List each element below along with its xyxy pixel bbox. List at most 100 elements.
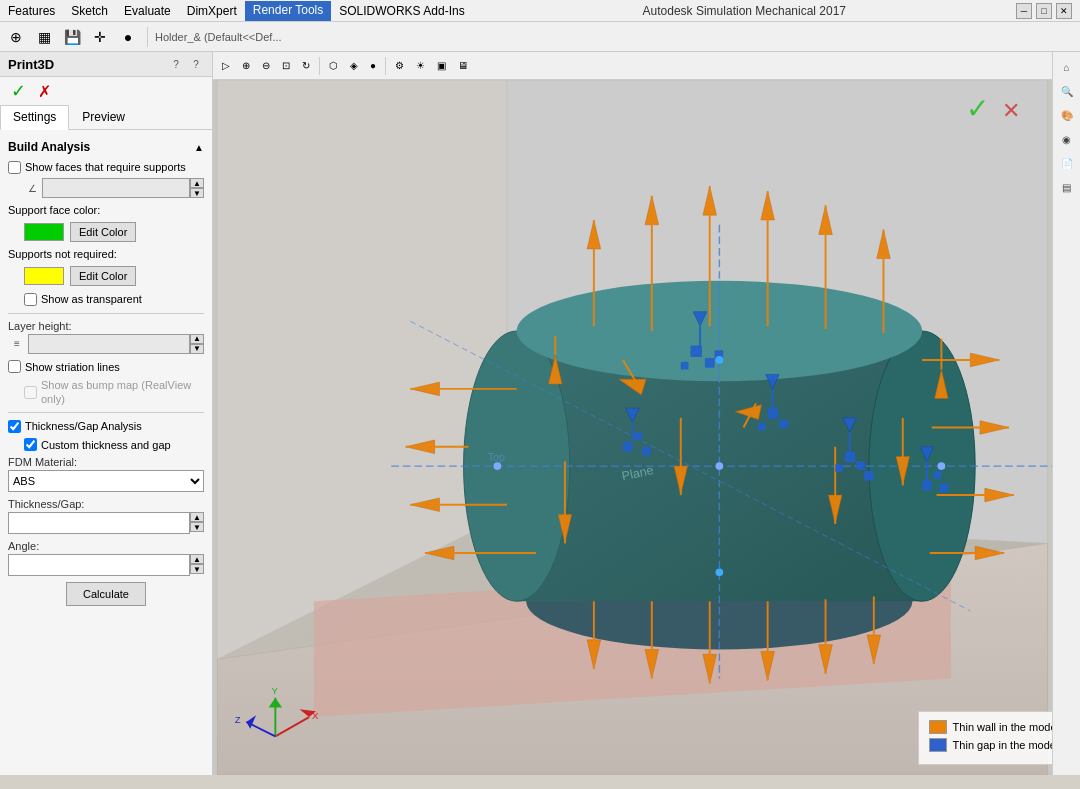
- toolbar-sep-1: [147, 27, 148, 47]
- vp-btn-fit[interactable]: ⊡: [277, 55, 295, 77]
- thickness-gap-spin-up[interactable]: ▲: [190, 512, 204, 522]
- divider-2: [8, 412, 204, 413]
- custom-thickness-label[interactable]: Custom thickness and gap: [41, 438, 171, 452]
- toolbar-btn-2[interactable]: ▦: [32, 25, 56, 49]
- svg-rect-76: [623, 442, 633, 452]
- section-collapse-icon[interactable]: ▲: [194, 142, 204, 153]
- thickness-gap-value-input[interactable]: 2.500mm: [8, 512, 190, 534]
- vp-btn-rotate[interactable]: ↻: [297, 55, 315, 77]
- vp-btn-zoom-out[interactable]: ⊖: [257, 55, 275, 77]
- vp-btn-zoom-in[interactable]: ⊕: [237, 55, 255, 77]
- legend-item-orange: Thin wall in the model: [929, 720, 1059, 734]
- show-transparent-label[interactable]: Show as transparent: [41, 292, 142, 306]
- angle-spin-up[interactable]: ▲: [190, 178, 204, 188]
- minimize-btn[interactable]: ─: [1016, 3, 1032, 19]
- rt-home-btn[interactable]: ⌂: [1056, 56, 1078, 78]
- thickness-gap-spin-down[interactable]: ▼: [190, 522, 204, 532]
- fdm-material-select[interactable]: ABS PLA Nylon PETG: [8, 470, 204, 492]
- main-layout: Print3D ? ? ✓ ✗ Settings Preview Build A…: [0, 52, 1080, 775]
- check-overlay: ✓ ✕: [966, 92, 1020, 125]
- show-bump-checkbox[interactable]: [24, 386, 37, 399]
- angle-label: Angle:: [8, 540, 204, 552]
- angle-input-group: 45.00deg ▲ ▼: [42, 178, 204, 198]
- vp-btn-3d[interactable]: ⬡: [324, 55, 343, 77]
- angle-value-spin-up[interactable]: ▲: [190, 554, 204, 564]
- help-icon[interactable]: ?: [168, 56, 184, 72]
- show-faces-label[interactable]: Show faces that require supports: [25, 160, 186, 174]
- layer-height-spin-down[interactable]: ▼: [190, 344, 204, 354]
- rt-circle-btn[interactable]: ◉: [1056, 128, 1078, 150]
- show-striation-checkbox[interactable]: [8, 360, 21, 373]
- thickness-gap-checkbox[interactable]: [8, 420, 21, 433]
- custom-thickness-row: Custom thickness and gap: [8, 438, 204, 452]
- info-icon[interactable]: ?: [188, 56, 204, 72]
- app-title: Autodesk Simulation Mechanical 2017: [473, 4, 1016, 18]
- menu-evaluate[interactable]: Evaluate: [116, 2, 179, 20]
- svg-point-99: [716, 356, 724, 364]
- angle-value-spin-down[interactable]: ▼: [190, 564, 204, 574]
- toolbar-btn-4[interactable]: ✛: [88, 25, 112, 49]
- menu-sketch[interactable]: Sketch: [63, 2, 116, 20]
- main-toolbar: ⊕ ▦ 💾 ✛ ● Holder_& (Default<<Def...: [0, 22, 1080, 52]
- confirm-ok-btn[interactable]: ✓: [8, 81, 28, 101]
- panel-header: Print3D ? ?: [0, 52, 212, 77]
- vp-btn-view[interactable]: ◈: [345, 55, 363, 77]
- svg-rect-74: [779, 420, 788, 429]
- angle-input[interactable]: 45.00deg: [42, 178, 190, 198]
- vp-btn-lighting[interactable]: ☀: [411, 55, 430, 77]
- show-faces-checkbox[interactable]: [8, 161, 21, 174]
- angle-input-row: ∠ 45.00deg ▲ ▼: [8, 178, 204, 198]
- angle-spin: ▲ ▼: [190, 178, 204, 198]
- left-panel: Print3D ? ? ✓ ✗ Settings Preview Build A…: [0, 52, 213, 775]
- support-face-color-swatch[interactable]: [24, 223, 64, 241]
- custom-thickness-checkbox[interactable]: [24, 438, 37, 451]
- supports-not-required-swatch[interactable]: [24, 267, 64, 285]
- legend-color-blue: [929, 738, 947, 752]
- show-striation-label[interactable]: Show striation lines: [25, 360, 120, 374]
- layer-height-spin-up[interactable]: ▲: [190, 334, 204, 344]
- show-transparent-row: Show as transparent: [8, 292, 204, 306]
- menu-sw-addins[interactable]: SOLIDWORKS Add-Ins: [331, 2, 472, 20]
- menu-dimxpert[interactable]: DimXpert: [179, 2, 245, 20]
- show-transparent-checkbox[interactable]: [24, 293, 37, 306]
- vp-btn-settings[interactable]: ⚙: [390, 55, 409, 77]
- menu-render-tools[interactable]: Render Tools: [245, 1, 332, 21]
- rt-doc-btn[interactable]: 📄: [1056, 152, 1078, 174]
- calculate-btn[interactable]: Calculate: [66, 582, 146, 606]
- tab-preview[interactable]: Preview: [69, 105, 138, 129]
- layer-height-input[interactable]: 0.500mm: [28, 334, 190, 354]
- toolbar-btn-1[interactable]: ⊕: [4, 25, 28, 49]
- angle-value-input[interactable]: 178.00deg: [8, 554, 190, 576]
- rt-search-btn[interactable]: 🔍: [1056, 80, 1078, 102]
- vp-btn-scene[interactable]: 🖥: [453, 55, 473, 77]
- menu-features[interactable]: Features: [0, 2, 63, 20]
- rt-list-btn[interactable]: ▤: [1056, 176, 1078, 198]
- maximize-btn[interactable]: □: [1036, 3, 1052, 19]
- vp-btn-display[interactable]: ●: [365, 55, 381, 77]
- toolbar-btn-3[interactable]: 💾: [60, 25, 84, 49]
- svg-point-100: [716, 568, 724, 576]
- close-btn[interactable]: ✕: [1056, 3, 1072, 19]
- confirm-cancel-btn[interactable]: ✗: [34, 81, 54, 101]
- rt-color-btn[interactable]: 🎨: [1056, 104, 1078, 126]
- edit-not-required-color-btn[interactable]: Edit Color: [70, 266, 136, 286]
- svg-rect-77: [634, 432, 642, 440]
- thickness-gap-analysis-row: Thickness/Gap Analysis: [8, 419, 204, 433]
- vp-top-bar: ▷ ⊕ ⊖ ⊡ ↻ ⬡ ◈ ● ⚙ ☀ ▣ 🖥: [213, 52, 1052, 80]
- svg-text:Y: Y: [271, 685, 278, 696]
- angle-spin-down[interactable]: ▼: [190, 188, 204, 198]
- toolbar-btn-5[interactable]: ●: [116, 25, 140, 49]
- thickness-gap-label[interactable]: Thickness/Gap Analysis: [25, 419, 142, 433]
- svg-text:Z: Z: [235, 714, 241, 725]
- vp-btn-1[interactable]: ▷: [217, 55, 235, 77]
- support-face-color-label: Support face color:: [8, 204, 100, 216]
- legend-item-blue: Thin gap in the model: [929, 738, 1059, 752]
- svg-rect-78: [642, 447, 651, 456]
- model-viewport[interactable]: X Y Z Plane Top: [213, 80, 1052, 775]
- panel-confirm: ✓ ✗: [0, 77, 212, 105]
- svg-rect-85: [939, 483, 948, 492]
- edit-support-color-btn[interactable]: Edit Color: [70, 222, 136, 242]
- layer-icon: ≡: [8, 335, 26, 353]
- tab-settings[interactable]: Settings: [0, 105, 69, 130]
- vp-btn-section[interactable]: ▣: [432, 55, 451, 77]
